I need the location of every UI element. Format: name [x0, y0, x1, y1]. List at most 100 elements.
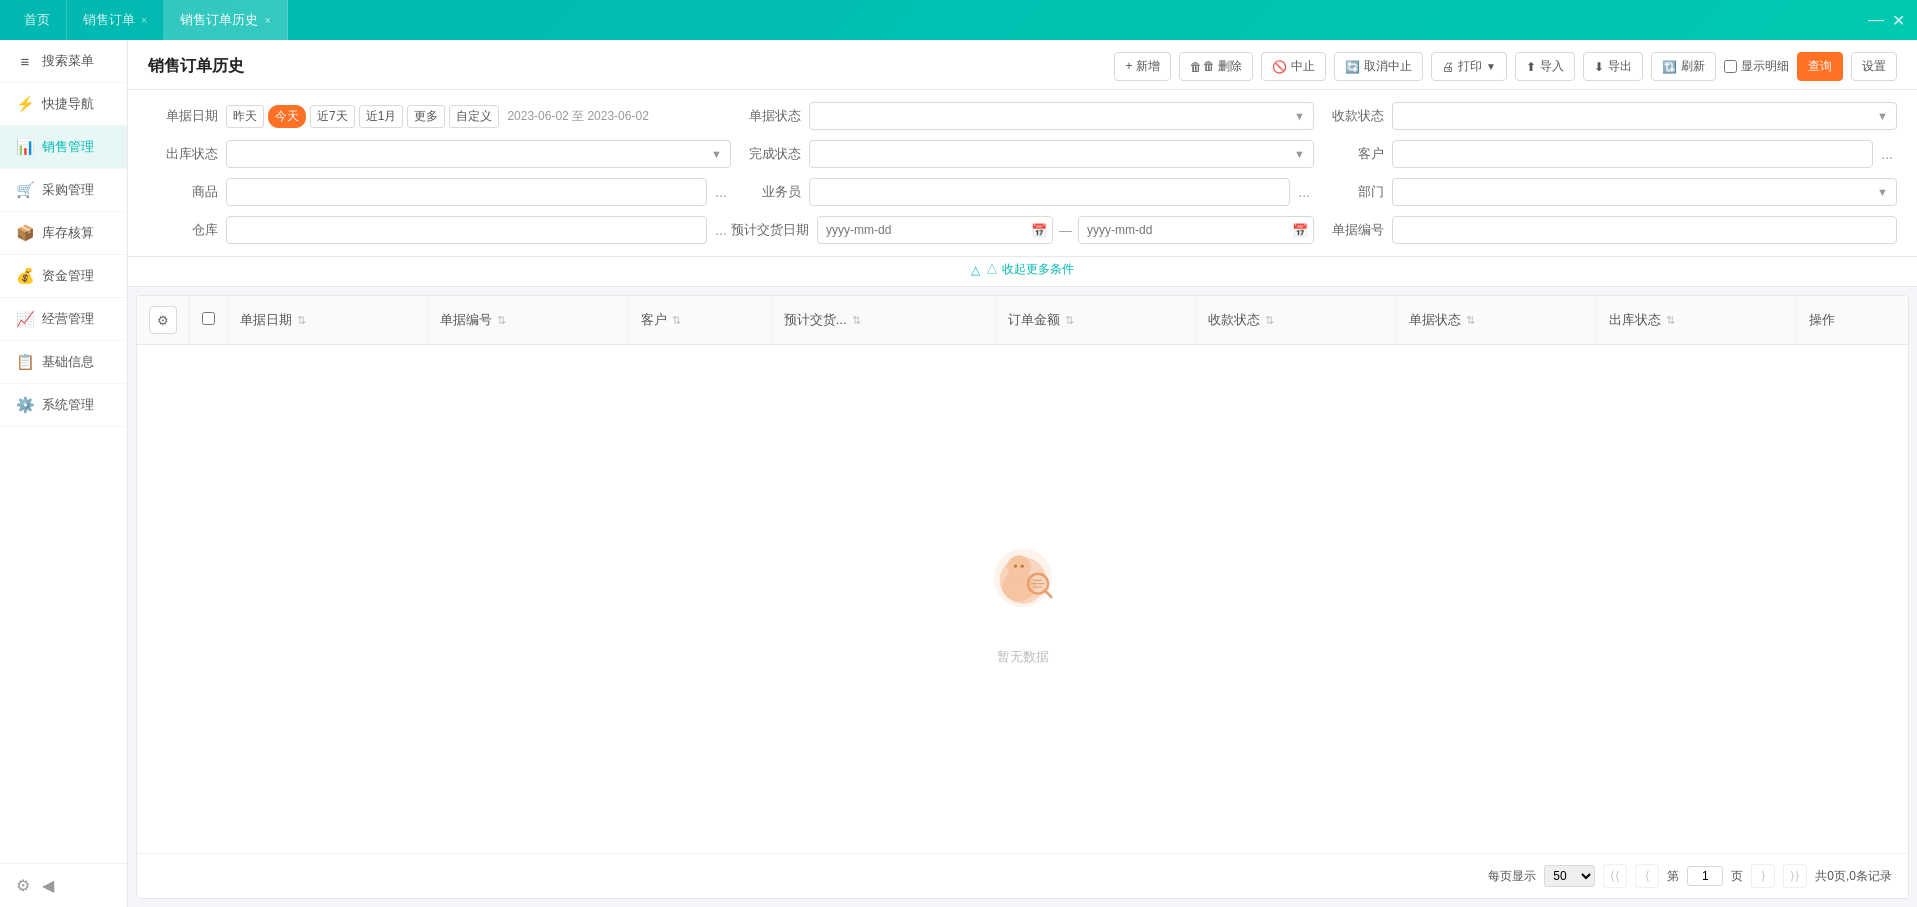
settings-config-button[interactable]: 设置 — [1851, 52, 1897, 81]
salesperson-control: ... — [809, 178, 1314, 206]
import-label: 导入 — [1540, 58, 1564, 75]
sidebar-item-search-menu[interactable]: ≡ 搜索菜单 — [0, 40, 127, 83]
complete-status-select[interactable]: ▼ — [809, 140, 1314, 168]
salesperson-dots-icon[interactable]: ... — [1294, 184, 1314, 200]
warehouse-input[interactable] — [226, 216, 707, 244]
export-button[interactable]: ⬇ 导出 — [1583, 52, 1643, 81]
import-button[interactable]: ⬆ 导入 — [1515, 52, 1575, 81]
shortcut-7days[interactable]: 近7天 — [310, 105, 355, 128]
th-customer-sort-icon[interactable]: ⇅ — [672, 314, 681, 327]
delete-label: 🗑 删除 — [1203, 58, 1242, 75]
customer-dots-icon[interactable]: ... — [1877, 146, 1897, 162]
page-size-label: 每页显示 — [1488, 868, 1536, 885]
goods-input[interactable] — [226, 178, 707, 206]
th-delivery-date-sort-icon[interactable]: ⇅ — [852, 314, 861, 327]
tab-sales-order-history-close[interactable]: × — [264, 14, 270, 26]
quick-nav-icon: ⚡ — [16, 95, 34, 113]
th-amount-sort-icon[interactable]: ⇅ — [1065, 314, 1074, 327]
collapse-bar[interactable]: △ △ 收起更多条件 — [128, 257, 1917, 287]
page-size-select[interactable]: 10 20 50 100 — [1544, 865, 1595, 887]
th-delivery-status-sort-icon[interactable]: ⇅ — [1666, 314, 1675, 327]
tab-sales-order[interactable]: 销售订单 × — [67, 0, 164, 40]
delete-button[interactable]: 🗑 🗑 删除 — [1179, 52, 1253, 81]
th-number-label: 单据编号 — [440, 311, 492, 329]
filter-item-bill-number: 单据编号 — [1314, 216, 1897, 244]
sidebar-item-sales-mgmt-label: 销售管理 — [42, 138, 94, 156]
sidebar-item-purchase-mgmt[interactable]: 🛒 采购管理 — [0, 169, 127, 212]
page-jump-label: 第 — [1667, 868, 1679, 885]
sales-mgmt-icon: 📊 — [16, 138, 34, 156]
department-arrow-icon: ▼ — [1877, 186, 1888, 198]
tab-sales-order-history[interactable]: 销售订单历史 × — [164, 0, 287, 40]
shortcut-yesterday[interactable]: 昨天 — [226, 105, 264, 128]
table-settings-button[interactable]: ⚙ — [149, 306, 177, 334]
date-range-display: 2023-06-02 至 2023-06-02 — [507, 108, 648, 125]
page-next-button[interactable]: ⟩ — [1751, 864, 1775, 888]
delivery-date-end-input[interactable] — [1078, 216, 1314, 244]
th-date-sort-icon[interactable]: ⇅ — [297, 314, 306, 327]
inventory-calc-icon: 📦 — [16, 224, 34, 242]
delivery-date-start-input[interactable] — [817, 216, 1053, 244]
delivery-status-select[interactable]: ▼ — [226, 140, 731, 168]
warehouse-dots-icon[interactable]: ... — [711, 222, 731, 238]
query-button[interactable]: 查询 — [1797, 52, 1843, 81]
cancel-stop-button[interactable]: 🔄 取消中止 — [1334, 52, 1423, 81]
bill-status-select[interactable]: ▼ — [809, 102, 1314, 130]
empty-state-illustration — [973, 532, 1073, 632]
th-bill-status-label: 单据状态 — [1409, 311, 1461, 329]
th-bill-status-sort-icon[interactable]: ⇅ — [1466, 314, 1475, 327]
new-button[interactable]: + 新增 — [1114, 52, 1170, 81]
page-number-input[interactable] — [1687, 866, 1723, 886]
tab-home[interactable]: 首页 — [8, 0, 67, 40]
refresh-button[interactable]: 🔃 刷新 — [1651, 52, 1716, 81]
shortcut-more[interactable]: 更多 — [407, 105, 445, 128]
shortcut-today[interactable]: 今天 — [268, 105, 306, 128]
th-number-sort-icon[interactable]: ⇅ — [497, 314, 506, 327]
export-icon: ⬇ — [1594, 60, 1604, 74]
th-date-label: 单据日期 — [240, 311, 292, 329]
capital-mgmt-icon: 💰 — [16, 267, 34, 285]
goods-control: ... — [226, 178, 731, 206]
sidebar-item-system-mgmt[interactable]: ⚙️ 系统管理 — [0, 384, 127, 427]
payment-status-arrow-icon: ▼ — [1877, 110, 1888, 122]
sidebar-item-inventory-calc[interactable]: 📦 库存核算 — [0, 212, 127, 255]
window-minus-btn[interactable]: — — [1868, 11, 1884, 29]
sidebar-item-operation-mgmt-label: 经营管理 — [42, 310, 94, 328]
date-range-dash: — — [1059, 223, 1072, 238]
th-operation: 操作 — [1797, 296, 1908, 345]
sidebar-item-basic-info[interactable]: 📋 基础信息 — [0, 341, 127, 384]
sidebar-item-capital-mgmt[interactable]: 💰 资金管理 — [0, 255, 127, 298]
basic-info-icon: 📋 — [16, 353, 34, 371]
filter-item-warehouse: 仓库 ... — [148, 216, 731, 244]
page-last-button[interactable]: ⟩⟩ — [1783, 864, 1807, 888]
window-close-btn[interactable]: ✕ — [1892, 11, 1905, 30]
goods-dots-icon[interactable]: ... — [711, 184, 731, 200]
department-label: 部门 — [1314, 183, 1384, 201]
page-first-button[interactable]: ⟨⟨ — [1603, 864, 1627, 888]
sidebar-settings-icon[interactable]: ⚙ — [16, 876, 30, 895]
filter-item-date: 单据日期 昨天 今天 近7天 近1月 更多 自定义 2023-06-02 至 2… — [148, 105, 731, 128]
department-select[interactable]: ▼ — [1392, 178, 1897, 206]
payment-status-select[interactable]: ▼ — [1392, 102, 1897, 130]
customer-input[interactable] — [1392, 140, 1873, 168]
filter-item-delivery-date: 预计交货日期 📅 — 📅 — [731, 216, 1314, 244]
sidebar-collapse-icon[interactable]: ◀ — [42, 876, 54, 895]
filter-row-4: 仓库 ... 预计交货日期 📅 — — [148, 216, 1897, 244]
display-toggle-checkbox[interactable] — [1724, 60, 1737, 73]
page-prev-button[interactable]: ⟨ — [1635, 864, 1659, 888]
bill-number-input[interactable] — [1392, 216, 1897, 244]
print-button[interactable]: 🖨 打印 ▼ — [1431, 52, 1507, 81]
select-all-checkbox[interactable] — [202, 312, 215, 325]
th-number: 单据编号 ⇅ — [428, 296, 628, 345]
customer-label: 客户 — [1314, 145, 1384, 163]
salesperson-input[interactable] — [809, 178, 1290, 206]
th-settings: ⚙ — [137, 296, 190, 345]
sidebar-item-operation-mgmt[interactable]: 📈 经营管理 — [0, 298, 127, 341]
sidebar-item-sales-mgmt[interactable]: 📊 销售管理 — [0, 126, 127, 169]
shortcut-custom[interactable]: 自定义 — [449, 105, 499, 128]
th-payment-status-sort-icon[interactable]: ⇅ — [1265, 314, 1274, 327]
stop-button[interactable]: 🚫 中止 — [1261, 52, 1326, 81]
shortcut-1month[interactable]: 近1月 — [359, 105, 404, 128]
tab-sales-order-close[interactable]: × — [141, 14, 147, 26]
sidebar-item-quick-nav[interactable]: ⚡ 快捷导航 — [0, 83, 127, 126]
